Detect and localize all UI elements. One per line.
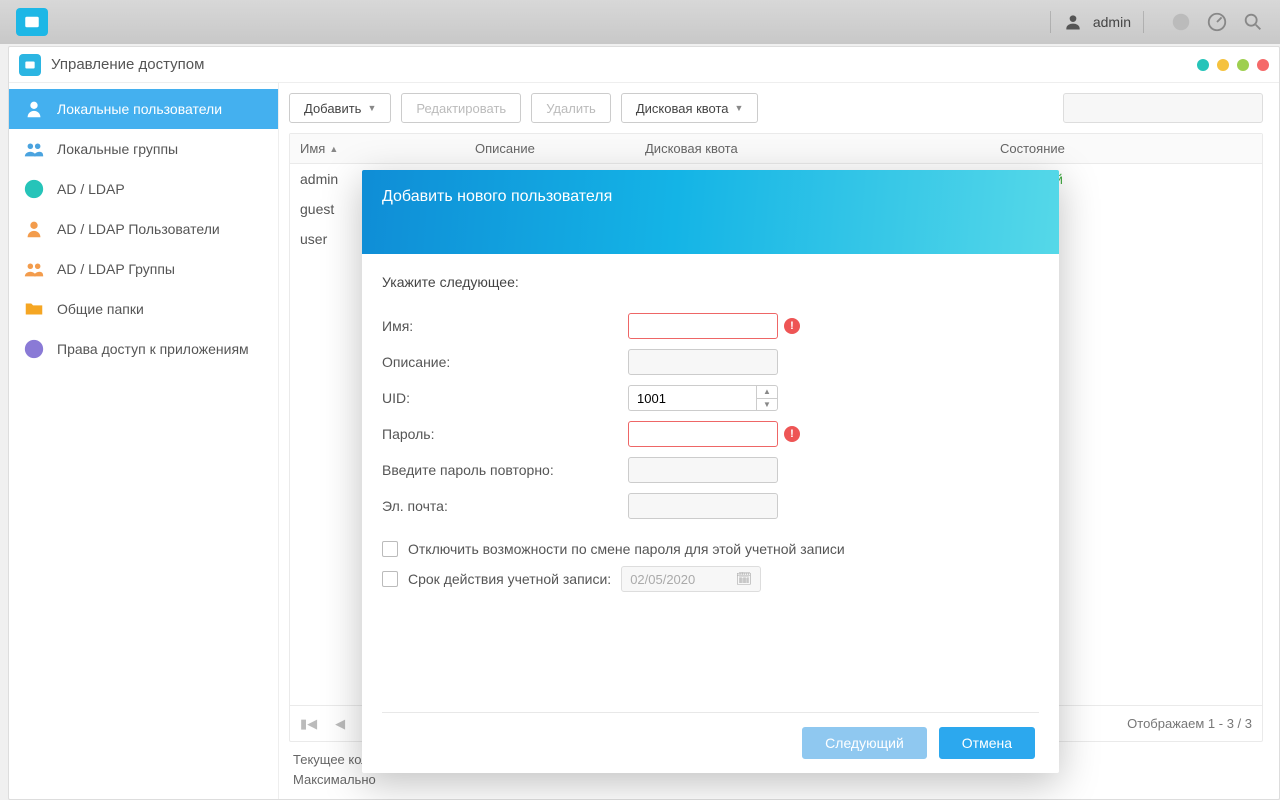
modal-title: Добавить нового пользователя (362, 170, 1059, 254)
sidebar-item-local-groups[interactable]: Локальные группы (9, 129, 278, 169)
disk-quota-button[interactable]: Дисковая квота▼ (621, 93, 759, 123)
table-footer-text: Отображаем 1 - 3 / 3 (1127, 716, 1252, 731)
calendar-icon: 🗓 (736, 571, 753, 587)
sort-asc-icon: ▲ (329, 144, 338, 154)
sidebar: Локальные пользователи Локальные группы … (9, 83, 279, 799)
label-confirm-password: Введите пароль повторно: (382, 462, 628, 478)
expiry-date-input[interactable]: 02/05/2020 🗓 (621, 566, 761, 592)
sidebar-item-label: Локальные пользователи (57, 101, 222, 117)
table-header: Имя ▲ Описание Дисковая квота Состояние (290, 134, 1262, 164)
key-icon (23, 178, 45, 200)
topbar-username: admin (1093, 14, 1131, 30)
modal-footer: Следующий Отмена (362, 713, 1059, 773)
next-button[interactable]: Следующий (802, 727, 927, 759)
sidebar-item-app-permissions[interactable]: Права доступ к приложениям (9, 329, 278, 369)
search-box[interactable] (1063, 93, 1263, 123)
toolbar: Добавить▼ Редактировать Удалить Дисковая… (289, 93, 1263, 123)
search-input[interactable] (1078, 101, 1254, 116)
sidebar-item-label: AD / LDAP Пользователи (57, 221, 220, 237)
sidebar-item-shared-folders[interactable]: Общие папки (9, 289, 278, 329)
sidebar-item-label: AD / LDAP (57, 181, 125, 197)
system-topbar: admin (0, 0, 1280, 44)
add-user-modal: Добавить нового пользователя Укажите сле… (362, 170, 1059, 773)
cancel-button[interactable]: Отмена (939, 727, 1035, 759)
label-email: Эл. почта: (382, 498, 628, 514)
window-dot-close[interactable] (1257, 59, 1269, 71)
sidebar-item-label: Общие папки (57, 301, 144, 317)
window-app-icon (19, 54, 41, 76)
delete-button[interactable]: Удалить (531, 93, 611, 123)
app-launcher-icon[interactable] (16, 8, 48, 36)
user-icon (1063, 12, 1083, 32)
dashboard-icon[interactable] (1206, 11, 1228, 33)
modal-body: Укажите следующее: Имя: ! Описание: UID:… (362, 254, 1059, 702)
label-account-expiry: Срок действия учетной записи: (408, 571, 611, 587)
sidebar-item-local-users[interactable]: Локальные пользователи (9, 89, 278, 129)
disable-password-change-checkbox[interactable] (382, 541, 398, 557)
window-title: Управление доступом (51, 56, 204, 73)
sidebar-item-ad-ldap-users[interactable]: AD / LDAP Пользователи (9, 209, 278, 249)
chevron-down-icon: ▼ (735, 103, 744, 113)
users-icon (23, 138, 45, 160)
sidebar-item-label: AD / LDAP Группы (57, 261, 175, 277)
window-dot-minimize[interactable] (1197, 59, 1209, 71)
column-state[interactable]: Состояние (990, 141, 1262, 156)
window-titlebar: Управление доступом (9, 47, 1279, 83)
label-disable-password-change: Отключить возможности по смене пароля дл… (408, 541, 845, 557)
page-first-icon[interactable]: ▮◀ (300, 716, 317, 732)
column-quota[interactable]: Дисковая квота (635, 141, 990, 156)
uid-up-icon[interactable]: ▲ (757, 386, 777, 398)
topbar-user[interactable]: admin (1063, 12, 1131, 32)
window-dot-maximize[interactable] (1217, 59, 1229, 71)
description-input[interactable] (628, 349, 778, 375)
user-icon (23, 98, 45, 120)
search-icon[interactable] (1242, 11, 1264, 33)
error-icon: ! (784, 318, 800, 334)
uid-down-icon[interactable]: ▼ (757, 398, 777, 411)
label-name: Имя: (382, 318, 628, 334)
modal-intro: Укажите следующее: (382, 274, 1039, 290)
sidebar-item-ad-ldap[interactable]: AD / LDAP (9, 169, 278, 209)
notification-icon[interactable] (1170, 11, 1192, 33)
sidebar-item-label: Локальные группы (57, 141, 178, 157)
sidebar-item-ad-ldap-groups[interactable]: AD / LDAP Группы (9, 249, 278, 289)
password-input[interactable] (628, 421, 778, 447)
user-outline-icon (23, 218, 45, 240)
label-password: Пароль: (382, 426, 628, 442)
error-icon: ! (784, 426, 800, 442)
add-button[interactable]: Добавить▼ (289, 93, 391, 123)
confirm-password-input[interactable] (628, 457, 778, 483)
column-name[interactable]: Имя ▲ (290, 141, 465, 156)
sidebar-item-label: Права доступ к приложениям (57, 341, 249, 357)
label-description: Описание: (382, 354, 628, 370)
edit-button[interactable]: Редактировать (401, 93, 521, 123)
app-icon (23, 338, 45, 360)
chevron-down-icon: ▼ (367, 103, 376, 113)
column-description[interactable]: Описание (465, 141, 635, 156)
name-input[interactable] (628, 313, 778, 339)
account-expiry-checkbox[interactable] (382, 571, 398, 587)
uid-input[interactable] (628, 385, 756, 411)
uid-stepper[interactable]: ▲ ▼ (628, 385, 778, 411)
email-input[interactable] (628, 493, 778, 519)
page-prev-icon[interactable]: ◀ (335, 716, 345, 732)
users-outline-icon (23, 258, 45, 280)
window-dot-restore[interactable] (1237, 59, 1249, 71)
label-uid: UID: (382, 390, 628, 406)
folder-icon (23, 298, 45, 320)
